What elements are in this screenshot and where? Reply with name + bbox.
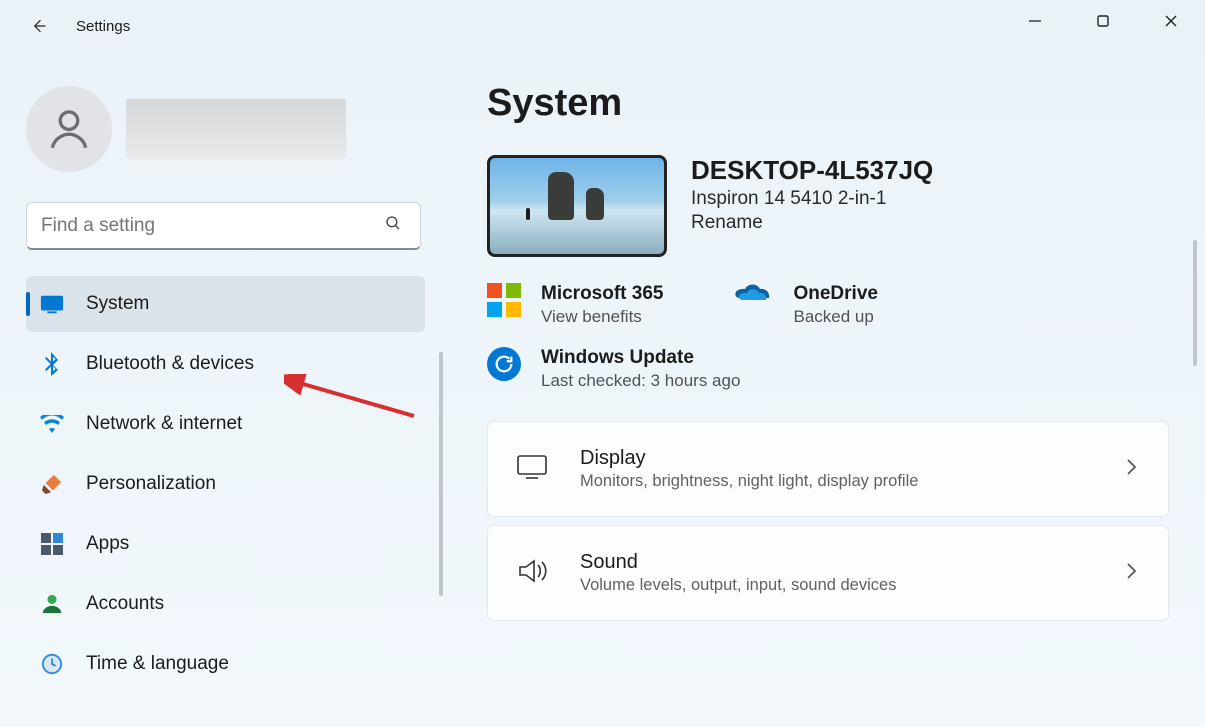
back-arrow-icon	[28, 16, 48, 36]
device-thumbnail[interactable]	[487, 155, 667, 257]
profile-name-redacted	[126, 99, 346, 159]
main-content: System DESKTOP-4L537JQ Inspiron 14 5410 …	[445, 52, 1205, 727]
onedrive-card[interactable]: OneDrive Backed up	[733, 283, 877, 327]
sound-setting[interactable]: Sound Volume levels, output, input, soun…	[487, 525, 1169, 621]
accounts-icon	[40, 592, 64, 616]
profile-row[interactable]	[26, 86, 425, 172]
rename-link[interactable]: Rename	[691, 212, 933, 234]
onedrive-sub: Backed up	[793, 307, 877, 327]
device-model: Inspiron 14 5410 2-in-1	[691, 188, 933, 210]
clock-globe-icon	[40, 652, 64, 676]
chevron-right-icon	[1124, 562, 1138, 585]
avatar	[26, 86, 112, 172]
minimize-icon	[1028, 14, 1042, 28]
setting-desc: Monitors, brightness, night light, displ…	[580, 472, 918, 491]
chevron-right-icon	[1124, 458, 1138, 481]
sidebar-item-system[interactable]: System	[26, 276, 425, 332]
setting-title: Sound	[580, 551, 896, 574]
device-block: DESKTOP-4L537JQ Inspiron 14 5410 2-in-1 …	[487, 155, 1169, 257]
onedrive-label: OneDrive	[793, 283, 877, 305]
sidebar-item-label: Network & internet	[86, 413, 242, 435]
display-setting[interactable]: Display Monitors, brightness, night ligh…	[487, 421, 1169, 517]
search-box[interactable]	[26, 202, 421, 250]
microsoft-365-icon	[487, 283, 521, 317]
maximize-icon	[1096, 14, 1110, 28]
windows-update-label: Windows Update	[541, 347, 740, 369]
close-button[interactable]	[1137, 0, 1205, 42]
sidebar-item-label: Personalization	[86, 473, 216, 495]
setting-title: Display	[580, 447, 918, 470]
microsoft-365-card[interactable]: Microsoft 365 View benefits	[487, 283, 663, 327]
setting-desc: Volume levels, output, input, sound devi…	[580, 576, 896, 595]
sidebar-item-label: Apps	[86, 533, 129, 555]
main-scrollbar[interactable]	[1193, 240, 1197, 366]
search-icon	[384, 214, 402, 237]
sidebar-item-label: System	[86, 293, 149, 315]
page-title: System	[487, 82, 1169, 125]
sidebar-item-network-internet[interactable]: Network & internet	[26, 396, 425, 452]
ms365-label: Microsoft 365	[541, 283, 663, 305]
maximize-button[interactable]	[1069, 0, 1137, 42]
sidebar-item-personalization[interactable]: Personalization	[26, 456, 425, 512]
back-button[interactable]	[20, 8, 56, 44]
sidebar-item-time-language[interactable]: Time & language	[26, 636, 425, 692]
paintbrush-icon	[40, 472, 64, 496]
windows-update-icon	[487, 347, 521, 381]
windows-update-card[interactable]: Windows Update Last checked: 3 hours ago	[487, 347, 1169, 391]
sidebar-item-bluetooth-devices[interactable]: Bluetooth & devices	[26, 336, 425, 392]
search-input[interactable]	[41, 215, 384, 237]
windows-update-sub: Last checked: 3 hours ago	[541, 371, 740, 391]
sidebar-item-accounts[interactable]: Accounts	[26, 576, 425, 632]
apps-icon	[40, 532, 64, 556]
sidebar-item-label: Time & language	[86, 653, 229, 675]
sound-icon	[516, 558, 548, 589]
onedrive-icon	[733, 283, 773, 309]
window-controls	[1001, 0, 1205, 42]
sidebar-item-label: Bluetooth & devices	[86, 353, 254, 375]
minimize-button[interactable]	[1001, 0, 1069, 42]
wifi-icon	[40, 412, 64, 436]
device-name: DESKTOP-4L537JQ	[691, 155, 933, 186]
sidebar-item-apps[interactable]: Apps	[26, 516, 425, 572]
sidebar-item-label: Accounts	[86, 593, 164, 615]
sidebar: System Bluetooth & devices Network & int…	[0, 52, 445, 727]
user-icon	[44, 104, 94, 154]
close-icon	[1164, 14, 1178, 28]
app-title: Settings	[76, 18, 130, 35]
display-icon	[516, 454, 548, 485]
system-icon	[40, 292, 64, 316]
ms365-sub: View benefits	[541, 307, 663, 327]
sidebar-scrollbar[interactable]	[439, 352, 443, 596]
bluetooth-icon	[40, 352, 64, 376]
nav: System Bluetooth & devices Network & int…	[26, 276, 425, 692]
